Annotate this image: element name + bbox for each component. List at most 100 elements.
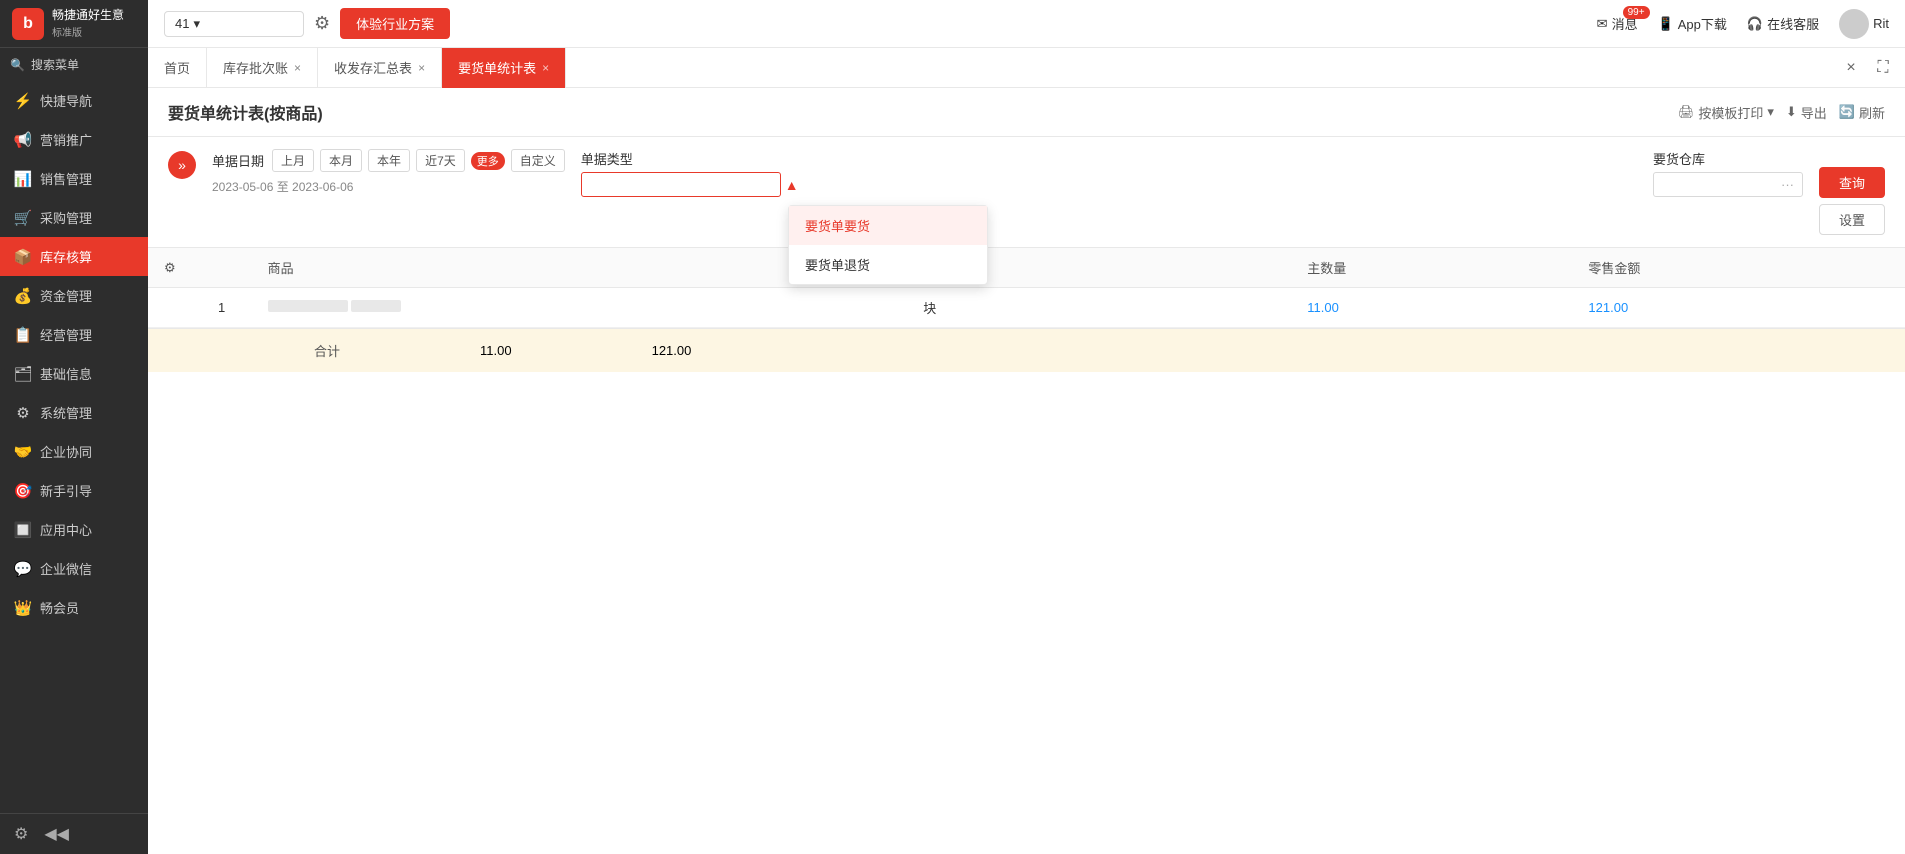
close-tab-button[interactable]: ×	[1837, 54, 1865, 82]
filter-expand-button[interactable]: »	[168, 151, 196, 179]
col-header-amount: 零售金额	[1572, 248, 1905, 288]
sidebar-item-marketing[interactable]: 📢 营销推广	[0, 120, 148, 159]
tab-receivable-summary[interactable]: 收发存汇总表 ×	[318, 48, 442, 88]
type-input[interactable]	[581, 172, 781, 197]
prev-month-btn[interactable]: 上月	[272, 149, 314, 172]
type-label: 单据类型	[581, 149, 1637, 168]
tab-inventory-batch-close[interactable]: ×	[294, 61, 301, 75]
type-input-row: ▲	[581, 172, 1637, 197]
type-dropdown: 要货单要货 要货单退货	[788, 205, 988, 285]
row-settings-icon	[148, 288, 192, 328]
sidebar-item-sales[interactable]: 📊 销售管理	[0, 159, 148, 198]
collapse-icon[interactable]: ◀◀	[44, 824, 69, 844]
tab-receivable-summary-close[interactable]: ×	[418, 61, 425, 75]
system-icon: ⚙	[14, 404, 32, 422]
service-icon: 🎧	[1747, 16, 1763, 32]
finance-icon: 💰	[14, 287, 32, 305]
tab-order-summary-close[interactable]: ×	[542, 61, 549, 75]
date-range-text: 2023-05-06 至 2023-06-06	[212, 178, 565, 195]
quantity-link[interactable]: 11.00	[1307, 300, 1339, 315]
warehouse-input-row[interactable]: ···	[1653, 172, 1803, 197]
sidebar-item-label: 基础信息	[40, 364, 92, 383]
sidebar-item-finance[interactable]: 💰 资金管理	[0, 276, 148, 315]
logo-icon: b	[12, 8, 44, 40]
messages-item[interactable]: ✉ 消息 99+	[1597, 14, 1638, 33]
filter-actions: 查询 设置	[1819, 167, 1885, 235]
footer-quantity: 11.00	[480, 343, 512, 358]
type-filter-group: 单据类型 ▲	[581, 149, 1637, 197]
app-version: 标准版	[52, 24, 124, 39]
row-num: 1	[192, 288, 252, 328]
table-header-row: ⚙ 商品 主计量单位 主数量 零售金额	[148, 248, 1905, 288]
appstore-icon: 🔲	[14, 521, 32, 539]
tab-home[interactable]: 首页	[148, 48, 207, 88]
print-icon: 🖨	[1678, 104, 1695, 120]
user-profile-item[interactable]: Rit	[1839, 9, 1889, 39]
sidebar-item-appstore[interactable]: 🔲 应用中心	[0, 510, 148, 549]
sidebar-item-operations[interactable]: 📋 经营管理	[0, 315, 148, 354]
more-tag[interactable]: 更多	[471, 152, 505, 170]
sidebar-item-purchase[interactable]: 🛒 采购管理	[0, 198, 148, 237]
app-logo: b 畅捷通好生意 标准版	[0, 0, 148, 48]
messages-badge: 99+	[1623, 6, 1650, 19]
app-download-item[interactable]: 📱 App下载	[1658, 14, 1727, 33]
type-chevron-up-icon[interactable]: ▲	[785, 177, 799, 193]
sidebar-item-member[interactable]: 👑 畅会员	[0, 588, 148, 627]
sidebar-item-system[interactable]: ⚙ 系统管理	[0, 393, 148, 432]
print-btn[interactable]: 🖨 按模板打印 ▾	[1678, 103, 1774, 122]
footer-label: 合计	[314, 341, 340, 360]
export-icon: ⬇	[1786, 104, 1797, 120]
export-btn[interactable]: ⬇ 导出	[1786, 103, 1827, 122]
date-label: 单据日期	[212, 151, 264, 170]
search-menu-item[interactable]: 🔍 搜索菜单	[0, 48, 148, 81]
cur-year-btn[interactable]: 本年	[368, 149, 410, 172]
settings-bottom-icon[interactable]: ⚙	[14, 824, 28, 844]
sidebar-item-guide[interactable]: 🎯 新手引导	[0, 471, 148, 510]
promo-button[interactable]: 体验行业方案	[340, 8, 450, 39]
warehouse-label: 要货仓库	[1653, 149, 1803, 168]
cur-month-btn[interactable]: 本月	[320, 149, 362, 172]
inventory-icon: 📦	[14, 248, 32, 266]
sidebar-item-cooperation[interactable]: 🤝 企业协同	[0, 432, 148, 471]
sidebar-item-label: 经营管理	[40, 325, 92, 344]
company-selector[interactable]: 41 ▾	[164, 11, 304, 37]
row-product	[252, 288, 908, 328]
row-amount: 121.00	[1572, 288, 1905, 328]
last7days-btn[interactable]: 近7天	[416, 149, 465, 172]
amount-link[interactable]: 121.00	[1588, 300, 1628, 315]
sidebar-item-quick-nav[interactable]: ⚡ 快捷导航	[0, 81, 148, 120]
topbar: 41 ▾ ⚙ 体验行业方案 ✉ 消息 99+ 📱 App下载 🎧 在线客服 R	[148, 0, 1905, 48]
cooperation-icon: 🤝	[14, 443, 32, 461]
refresh-btn[interactable]: 🔄 刷新	[1839, 103, 1885, 122]
topbar-settings-icon[interactable]: ⚙	[314, 13, 330, 34]
sidebar-item-inventory[interactable]: 📦 库存核算	[0, 237, 148, 276]
tab-order-summary[interactable]: 要货单统计表 ×	[442, 48, 566, 88]
topbar-right: ✉ 消息 99+ 📱 App下载 🎧 在线客服 Rit	[1597, 9, 1889, 39]
expand-tab-button[interactable]: ⛶	[1869, 54, 1897, 82]
dropdown-item-order-return[interactable]: 要货单退货	[789, 245, 987, 284]
col-header-rownum	[192, 248, 252, 288]
sidebar: b 畅捷通好生意 标准版 🔍 搜索菜单 ⚡ 快捷导航 📢 营销推广 📊 销售管理…	[0, 0, 148, 854]
sidebar-item-label: 快捷导航	[40, 91, 92, 110]
tab-inventory-batch[interactable]: 库存批次账 ×	[207, 48, 318, 88]
warehouse-more-icon[interactable]: ···	[1781, 177, 1794, 192]
tabs-actions: × ⛶	[1837, 54, 1905, 82]
footer-amount: 121.00	[652, 343, 692, 358]
dropdown-item-order-purchase[interactable]: 要货单要货	[789, 206, 987, 245]
basic-icon: 🗂	[14, 365, 32, 383]
sidebar-item-basic[interactable]: 🗂 基础信息	[0, 354, 148, 393]
refresh-icon: 🔄	[1839, 104, 1855, 120]
online-service-item[interactable]: 🎧 在线客服	[1747, 14, 1819, 33]
page-header: 要货单统计表(按商品) 🖨 按模板打印 ▾ ⬇ 导出 🔄 刷新	[148, 88, 1905, 137]
col-header-settings[interactable]: ⚙	[148, 248, 192, 288]
main-area: 41 ▾ ⚙ 体验行业方案 ✉ 消息 99+ 📱 App下载 🎧 在线客服 R	[148, 0, 1905, 854]
sidebar-bottom: ⚙ ◀◀	[0, 813, 148, 854]
custom-date-btn[interactable]: 自定义	[511, 149, 565, 172]
tab-order-summary-label: 要货单统计表	[458, 58, 536, 77]
settings-button[interactable]: 设置	[1819, 204, 1885, 235]
app-download-label: App下载	[1678, 14, 1727, 33]
guide-icon: 🎯	[14, 482, 32, 500]
sidebar-item-wechat[interactable]: 💬 企业微信	[0, 549, 148, 588]
date-label-row: 单据日期 上月 本月 本年 近7天 更多 自定义	[212, 149, 565, 172]
query-button[interactable]: 查询	[1819, 167, 1885, 198]
